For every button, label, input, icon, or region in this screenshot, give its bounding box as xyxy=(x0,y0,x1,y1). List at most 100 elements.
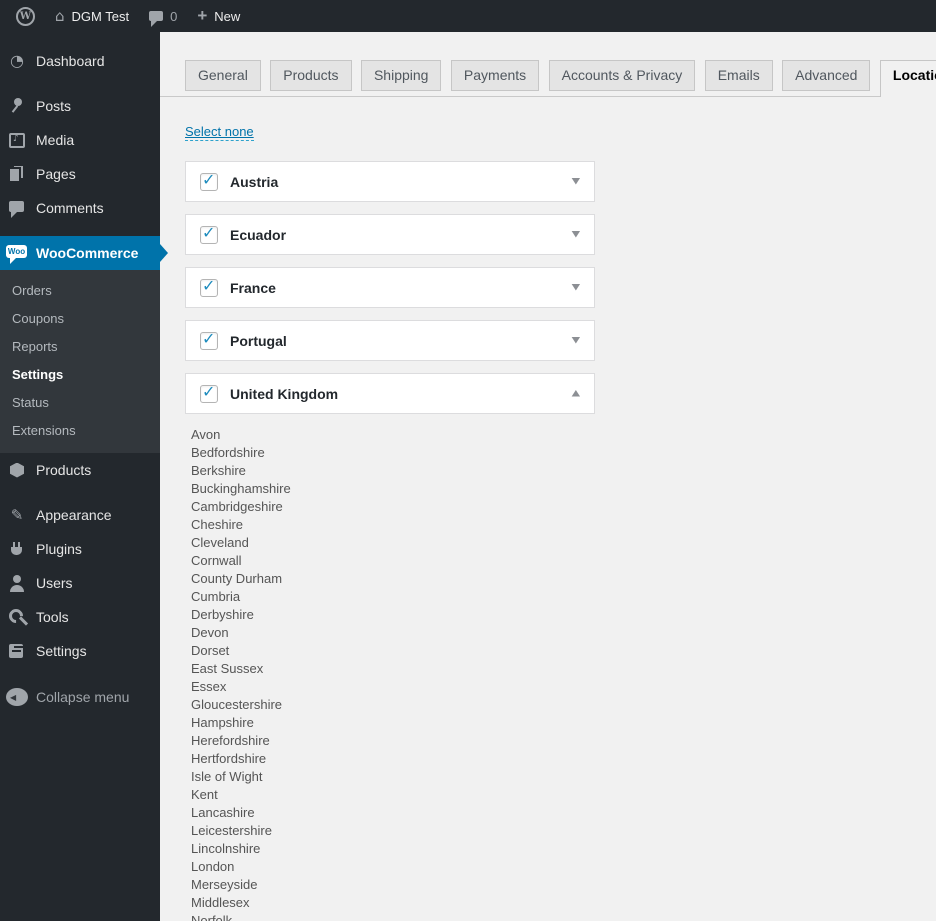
region-item[interactable]: Cleveland xyxy=(191,534,595,552)
collapse-menu-button[interactable]: Collapse menu xyxy=(0,680,160,714)
admin-menu-top: Dashboard Posts Media Pages xyxy=(0,32,168,270)
region-item[interactable]: Derbyshire xyxy=(191,606,595,624)
sidebar-item-label: WooCommerce xyxy=(36,245,139,261)
region-item[interactable]: Dorset xyxy=(191,642,595,660)
sidebar-item-label: Plugins xyxy=(36,541,82,557)
region-item[interactable]: East Sussex xyxy=(191,660,595,678)
region-item[interactable]: Buckinghamshire xyxy=(191,480,595,498)
region-item[interactable]: Cornwall xyxy=(191,552,595,570)
tools-icon xyxy=(6,607,28,627)
sidebar-item-label: Appearance xyxy=(36,507,112,523)
admin-bar: W ⌂ DGM Test 0 + New xyxy=(0,0,936,32)
sidebar-item-label: Products xyxy=(36,462,92,478)
country-accordion-header[interactable]: ✓ Austria ▼ xyxy=(185,161,595,202)
comments-icon xyxy=(6,198,28,218)
sidebar-item[interactable]: WooCommerce xyxy=(0,236,168,270)
region-item[interactable]: Lancashire xyxy=(191,804,595,822)
sidebar-item[interactable]: Users xyxy=(0,566,160,600)
country-section: ✓ Ecuador ▼ xyxy=(185,214,595,255)
sidebar-item[interactable]: Posts xyxy=(0,89,160,123)
region-item[interactable]: Hampshire xyxy=(191,714,595,732)
region-item[interactable]: Cumbria xyxy=(191,588,595,606)
settings-tab[interactable]: Payments xyxy=(450,60,540,91)
region-item[interactable]: Gloucestershire xyxy=(191,696,595,714)
region-item[interactable]: Leicestershire xyxy=(191,822,595,840)
region-item[interactable]: London xyxy=(191,858,595,876)
comments-admin-bar-link[interactable]: 0 xyxy=(139,0,187,32)
region-item[interactable]: Merseyside xyxy=(191,876,595,894)
sidebar-item[interactable]: Settings xyxy=(0,634,160,668)
wordpress-logo-icon: W xyxy=(16,6,35,26)
submenu-item[interactable]: Orders xyxy=(0,277,160,305)
settings-tab[interactable]: Shipping xyxy=(360,60,442,91)
settings-tab[interactable]: Advanced xyxy=(782,60,871,91)
region-item[interactable]: County Durham xyxy=(191,570,595,588)
country-section: ✓ Austria ▼ xyxy=(185,161,595,202)
region-item[interactable]: Devon xyxy=(191,624,595,642)
sidebar-item[interactable]: Pages xyxy=(0,157,160,191)
sidebar-item[interactable]: Dashboard xyxy=(0,44,160,78)
current-menu-arrow xyxy=(160,244,168,262)
sidebar-item[interactable]: Media xyxy=(0,123,160,157)
region-item[interactable]: Hertfordshire xyxy=(191,750,595,768)
checkmark-icon: ✓ xyxy=(202,222,216,242)
woocommerce-icon xyxy=(6,243,28,264)
submenu-item[interactable]: Reports xyxy=(0,333,160,361)
collapse-arrow-icon: ▲ xyxy=(571,388,581,399)
region-item[interactable]: Isle of Wight xyxy=(191,768,595,786)
region-item[interactable]: Herefordshire xyxy=(191,732,595,750)
region-item[interactable]: Norfolk xyxy=(191,912,595,921)
sidebar-item[interactable]: Appearance xyxy=(0,498,160,532)
submenu-item[interactable]: Status xyxy=(0,389,160,417)
country-section: ✓ United Kingdom ▲ Avon Bedfordshire Ber… xyxy=(185,373,595,921)
country-label: United Kingdom xyxy=(230,385,339,402)
sidebar-item[interactable]: Tools xyxy=(0,600,160,634)
country-checkbox[interactable]: ✓ xyxy=(200,275,218,297)
region-item[interactable]: Cambridgeshire xyxy=(191,498,595,516)
checkmark-icon: ✓ xyxy=(202,275,216,295)
country-accordion-header[interactable]: ✓ United Kingdom ▲ xyxy=(185,373,595,414)
pages-icon xyxy=(6,164,28,184)
region-item[interactable]: Berkshire xyxy=(191,462,595,480)
submenu-item[interactable]: Coupons xyxy=(0,305,160,333)
region-item[interactable]: Avon xyxy=(191,426,595,444)
country-checkbox[interactable]: ✓ xyxy=(200,381,218,403)
country-checkbox[interactable]: ✓ xyxy=(200,170,218,191)
country-accordion-header[interactable]: ✓ France ▼ xyxy=(185,267,595,308)
settings-tab[interactable]: Emails xyxy=(704,60,773,91)
settings-tab[interactable]: Accounts & Privacy xyxy=(548,60,696,91)
settings-tab[interactable]: Locations xyxy=(879,60,936,97)
country-accordion-list: ✓ Austria ▼ ✓ Ecuador ▼ ✓ France ▼ ✓ Por… xyxy=(185,161,595,921)
settings-tab[interactable]: Products xyxy=(270,60,352,91)
submenu-item[interactable]: Settings xyxy=(0,361,160,389)
admin-sidebar: Dashboard Posts Media Pages xyxy=(0,32,168,921)
select-none-link[interactable]: Select none xyxy=(185,124,254,141)
country-accordion-header[interactable]: ✓ Portugal ▼ xyxy=(185,320,595,361)
site-name-link[interactable]: ⌂ DGM Test xyxy=(45,0,139,32)
sidebar-item[interactable]: Products xyxy=(0,453,160,487)
products-icon xyxy=(6,460,28,480)
region-item[interactable]: Cheshire xyxy=(191,516,595,534)
expand-arrow-icon: ▼ xyxy=(571,282,581,293)
settings-tab[interactable]: General xyxy=(185,60,261,91)
wordpress-logo-menu[interactable]: W xyxy=(6,0,45,32)
region-item[interactable]: Kent xyxy=(191,786,595,804)
expand-arrow-icon: ▼ xyxy=(571,176,581,187)
site-name-label: DGM Test xyxy=(71,8,130,24)
region-item[interactable]: Bedfordshire xyxy=(191,444,595,462)
new-content-button[interactable]: + New xyxy=(187,0,250,32)
sidebar-item[interactable]: Comments xyxy=(0,191,160,225)
country-checkbox[interactable]: ✓ xyxy=(200,329,218,350)
new-label: New xyxy=(214,8,241,24)
sidebar-item[interactable]: Plugins xyxy=(0,532,160,566)
checkmark-icon: ✓ xyxy=(202,381,216,401)
region-item[interactable]: Essex xyxy=(191,678,595,696)
sidebar-item-label: Posts xyxy=(36,98,72,114)
submenu-item[interactable]: Extensions xyxy=(0,417,160,445)
region-item[interactable]: Middlesex xyxy=(191,894,595,912)
country-accordion-header[interactable]: ✓ Ecuador ▼ xyxy=(185,214,595,255)
posts-icon xyxy=(6,96,28,116)
comments-bubble-icon xyxy=(149,11,164,27)
region-item[interactable]: Lincolnshire xyxy=(191,840,595,858)
country-checkbox[interactable]: ✓ xyxy=(200,222,218,244)
